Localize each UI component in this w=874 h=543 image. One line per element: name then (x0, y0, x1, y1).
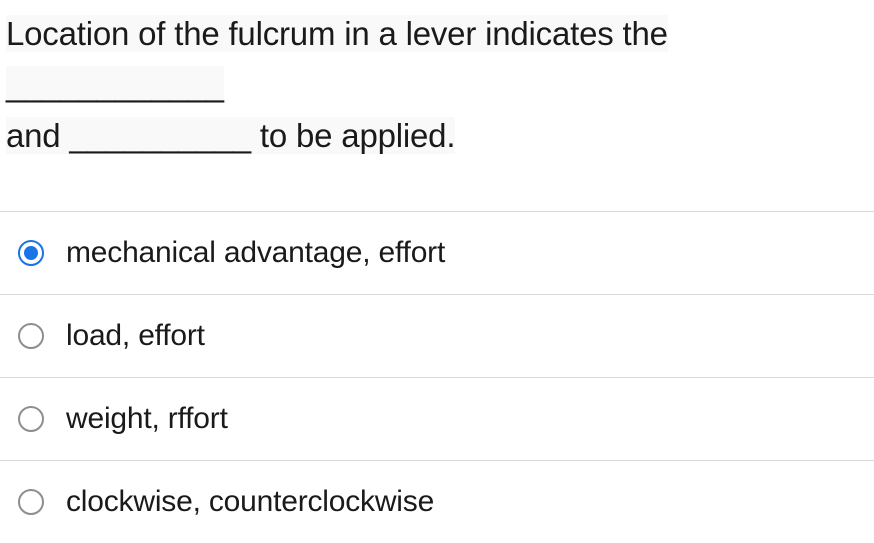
option-row-3[interactable]: clockwise, counterclockwise (0, 460, 874, 543)
radio-icon[interactable] (18, 489, 44, 515)
question-line-1: Location of the fulcrum in a lever indic… (6, 15, 668, 103)
question-text: Location of the fulcrum in a lever indic… (0, 0, 874, 191)
option-label: clockwise, counterclockwise (66, 485, 434, 519)
option-label: load, effort (66, 319, 205, 353)
option-row-0[interactable]: mechanical advantage, effort (0, 211, 874, 294)
option-label: weight, rffort (66, 402, 228, 436)
radio-icon[interactable] (18, 406, 44, 432)
radio-inner-icon (24, 246, 38, 260)
option-row-2[interactable]: weight, rffort (0, 377, 874, 460)
option-label: mechanical advantage, effort (66, 236, 445, 270)
radio-icon[interactable] (18, 323, 44, 349)
question-block: Location of the fulcrum in a lever indic… (0, 0, 874, 543)
options-list: mechanical advantage, effort load, effor… (0, 211, 874, 543)
radio-icon[interactable] (18, 240, 44, 266)
question-line-2: and __________ to be applied. (6, 117, 455, 154)
option-row-1[interactable]: load, effort (0, 294, 874, 377)
